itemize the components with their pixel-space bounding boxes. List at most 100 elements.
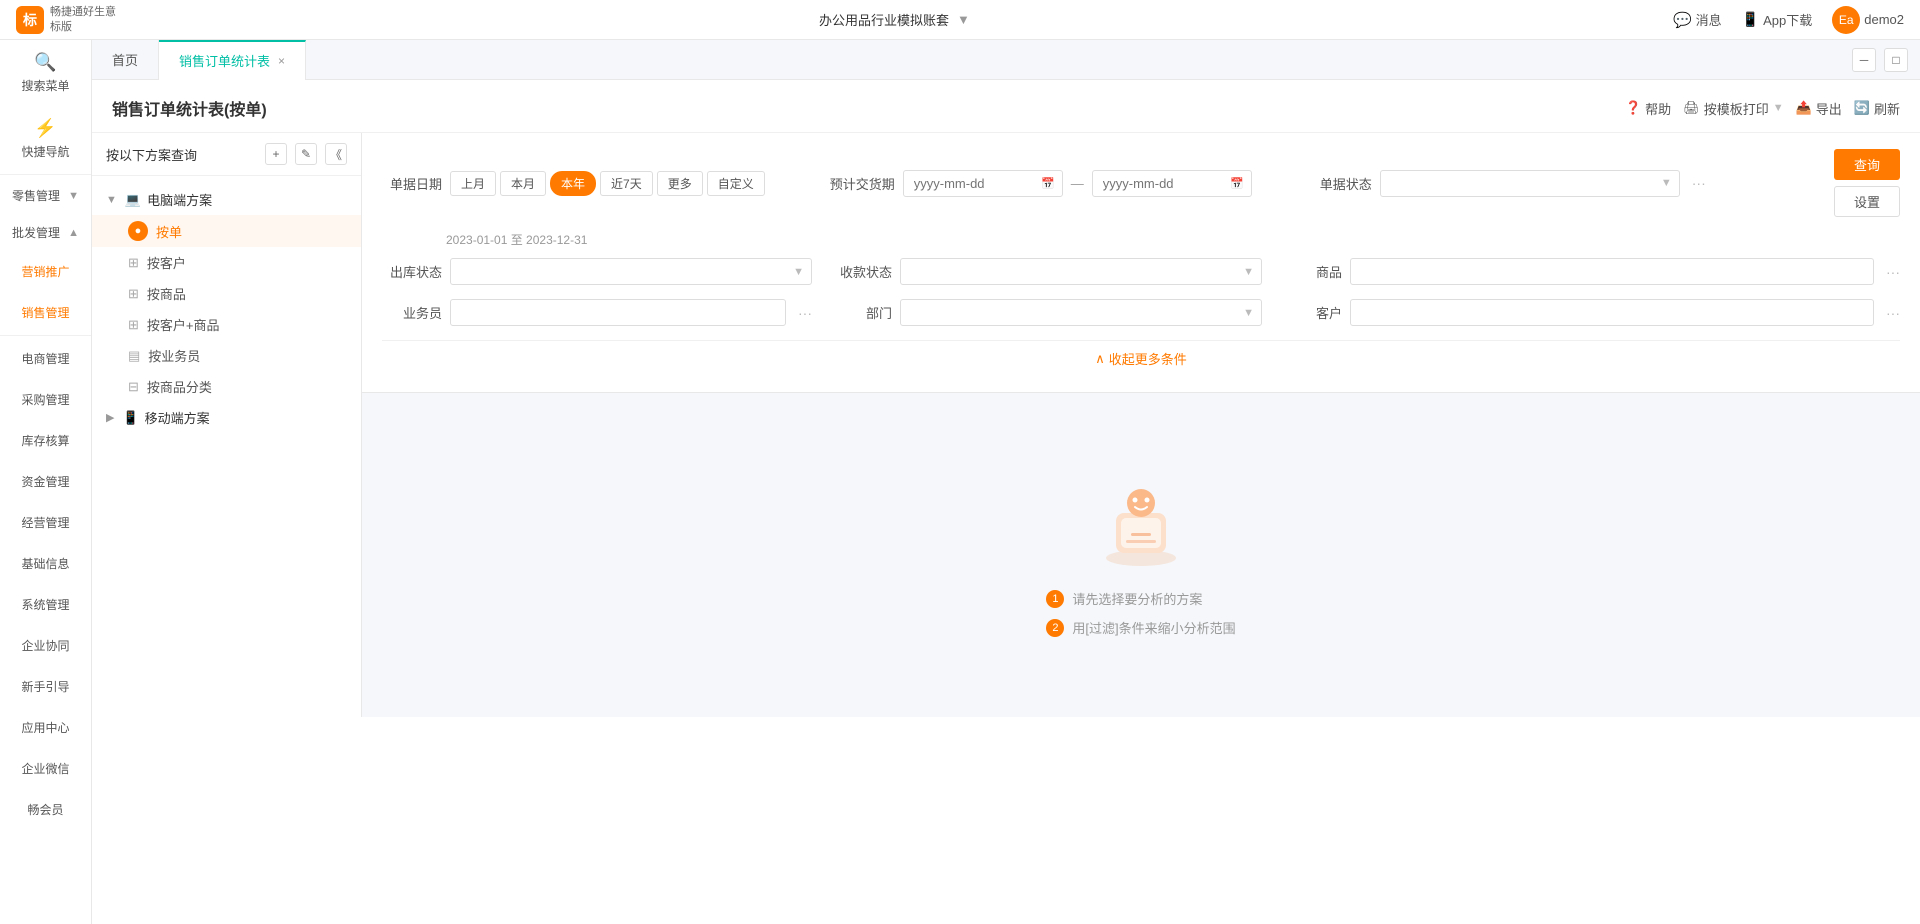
dept-select[interactable] — [900, 299, 1262, 326]
sidebar-search[interactable]: 🔍 搜索菜单 — [0, 40, 91, 106]
mobile-tree-arrow-icon: ▶ — [106, 411, 114, 424]
sidebar-finance-label: 资金管理 — [21, 473, 69, 490]
sidebar-item-system[interactable]: 系统管理 — [0, 584, 91, 625]
desktop-icon: 💻 — [125, 192, 141, 208]
sidebar-basic-label: 基础信息 — [21, 555, 69, 572]
expected-date-from-input[interactable] — [903, 170, 1063, 197]
date-btn-last7days[interactable]: 近7天 — [600, 171, 653, 196]
tab-sales-order[interactable]: 销售订单统计表 × — [159, 40, 306, 80]
export-button[interactable]: 📤 导出 — [1796, 99, 1842, 118]
sidebar-item-wechat[interactable]: 企业微信 — [0, 748, 91, 789]
tab-home[interactable]: 首页 — [92, 40, 159, 80]
tree-child-bycustomergoods[interactable]: ⊞ 按客户+商品 — [92, 309, 361, 340]
tab-minimize-button[interactable]: ─ — [1852, 48, 1876, 72]
sidebar-item-member[interactable]: 畅会员 — [0, 789, 91, 830]
empty-tip-1: 1 请先选择要分析的方案 — [1046, 589, 1235, 608]
goods-input[interactable] — [1350, 258, 1874, 285]
wholesale-arrow-icon: ▲ — [68, 227, 79, 239]
sidebar-item-marketing[interactable]: 营销推广 — [0, 251, 91, 292]
desktop-label: 电脑端方案 — [147, 190, 212, 209]
settings-button[interactable]: 设置 — [1834, 186, 1900, 217]
tree-child-bycustomer[interactable]: ⊞ 按客户 — [92, 247, 361, 278]
sidebar-item-appcenter[interactable]: 应用中心 — [0, 707, 91, 748]
collapse-bar[interactable]: ∧ 收起更多条件 — [382, 340, 1900, 376]
tree-child-bysalesman[interactable]: ▤ 按业务员 — [92, 340, 361, 371]
app-download-button[interactable]: 📱 App下载 — [1742, 10, 1813, 29]
date-btn-custom[interactable]: 自定义 — [707, 171, 765, 196]
refresh-button[interactable]: 🔄 刷新 — [1854, 99, 1900, 118]
query-button[interactable]: 查询 — [1834, 149, 1900, 180]
status-label: 单据状态 — [1312, 174, 1372, 193]
sidebar-procurement-label: 采购管理 — [21, 391, 69, 408]
sidebar-item-inventory[interactable]: 库存核算 — [0, 420, 91, 461]
split-layout: 按以下方案查询 + ✎ 《 ▼ 💻 电脑端方案 — [92, 133, 1920, 717]
message-icon: 💬 — [1673, 11, 1692, 29]
salesperson-input[interactable] — [450, 299, 786, 326]
expected-date-to-input[interactable] — [1092, 170, 1252, 197]
sidebar-item-procurement[interactable]: 采购管理 — [0, 379, 91, 420]
tree-parent-mobile[interactable]: ▶ 📱 移动端方案 — [92, 402, 361, 433]
sidebar-quicknav[interactable]: ⚡ 快捷导航 — [0, 106, 91, 172]
user-profile[interactable]: Ea demo2 — [1832, 6, 1904, 34]
sidebar-item-operations[interactable]: 经营管理 — [0, 502, 91, 543]
sidebar-item-basic[interactable]: 基础信息 — [0, 543, 91, 584]
qs-add-button[interactable]: + — [265, 143, 287, 165]
app-download-icon: 📱 — [1742, 11, 1759, 28]
sidebar-item-wholesale[interactable]: 批发管理 ▲ — [0, 214, 91, 251]
sidebar-inventory-label: 库存核算 — [21, 432, 69, 449]
tab-maximize-button[interactable]: □ — [1884, 48, 1908, 72]
out-status-select[interactable] — [450, 258, 812, 285]
expected-date-label: 预计交货期 — [825, 174, 895, 193]
topbar-center[interactable]: 办公用品行业模拟账套 ▼ — [819, 10, 970, 29]
message-label: 消息 — [1696, 10, 1722, 29]
sidebar-ecommerce-label: 电商管理 — [21, 350, 69, 367]
sidebar-item-finance[interactable]: 资金管理 — [0, 461, 91, 502]
sidebar-retail-label: 零售管理 — [12, 187, 60, 204]
bygoods-label: 按商品 — [147, 284, 186, 303]
out-status-label: 出库状态 — [382, 262, 442, 281]
empty-tip-2: 2 用[过滤]条件来缩小分析范围 — [1046, 618, 1235, 637]
tree-child-bygoodscategory[interactable]: ⊟ 按商品分类 — [92, 371, 361, 402]
tree-child-bygoods[interactable]: ⊞ 按商品 — [92, 278, 361, 309]
main-layout: 🔍 搜索菜单 ⚡ 快捷导航 零售管理 ▼ 批发管理 ▲ 营销推广 销售管理 电商… — [0, 40, 1920, 924]
date-range-display: 2023-01-01 至 2023-12-31 — [382, 231, 1900, 258]
date-btn-thisyear[interactable]: 本年 — [550, 171, 596, 196]
print-dropdown-icon: ▼ — [1773, 102, 1784, 114]
retail-arrow-icon: ▼ — [68, 190, 79, 202]
tree-parent-desktop[interactable]: ▼ 💻 电脑端方案 — [92, 184, 361, 215]
tab-close-button[interactable]: × — [278, 54, 285, 68]
query-sidebar-title: 按以下方案查询 — [106, 145, 197, 164]
print-icon: 🖨 — [1683, 100, 1700, 116]
avatar: Ea — [1832, 6, 1860, 34]
filter-row-3: 业务员 ··· 部门 — [382, 299, 1900, 326]
qs-edit-button[interactable]: ✎ — [295, 143, 317, 165]
receipt-status-select[interactable] — [900, 258, 1262, 285]
date-btn-more[interactable]: 更多 — [657, 171, 703, 196]
status-select[interactable] — [1380, 170, 1680, 197]
tree-child-byorder[interactable]: ● 按单 — [92, 215, 361, 247]
page-selector-dropdown-icon[interactable]: ▼ — [957, 12, 970, 27]
help-button[interactable]: ❓ 帮助 — [1625, 99, 1671, 118]
salesperson-ellipsis: ··· — [798, 305, 812, 321]
filter-row-1: 单据日期 上月 本月 本年 近7天 更多 自定义 — [382, 149, 1900, 217]
sidebar-item-ecommerce[interactable]: 电商管理 — [0, 338, 91, 379]
message-button[interactable]: 💬 消息 — [1673, 10, 1722, 29]
sidebar-item-newuser[interactable]: 新手引导 — [0, 666, 91, 707]
sidebar-wechat-label: 企业微信 — [21, 760, 69, 777]
mobile-icon: 📱 — [122, 410, 138, 426]
date-label: 单据日期 — [382, 174, 442, 193]
print-button[interactable]: 🖨 按模板打印 ▼ — [1683, 99, 1783, 118]
qs-collapse-button[interactable]: 《 — [325, 143, 347, 165]
customer-input[interactable] — [1350, 299, 1874, 326]
date-btn-lastmonth[interactable]: 上月 — [450, 171, 496, 196]
sidebar-system-label: 系统管理 — [21, 596, 69, 613]
logo-text: 畅捷通好生意 标版 — [50, 5, 116, 34]
sidebar-item-enterprise[interactable]: 企业协同 — [0, 625, 91, 666]
refresh-icon: 🔄 — [1854, 100, 1870, 116]
app-download-label: App下载 — [1763, 10, 1812, 29]
sidebar-item-sales[interactable]: 销售管理 — [0, 292, 91, 333]
customer-ellipsis: ··· — [1886, 305, 1900, 321]
sidebar-item-retail[interactable]: 零售管理 ▼ — [0, 177, 91, 214]
date-btn-thismonth[interactable]: 本月 — [500, 171, 546, 196]
tip-num-2: 2 — [1046, 619, 1064, 637]
